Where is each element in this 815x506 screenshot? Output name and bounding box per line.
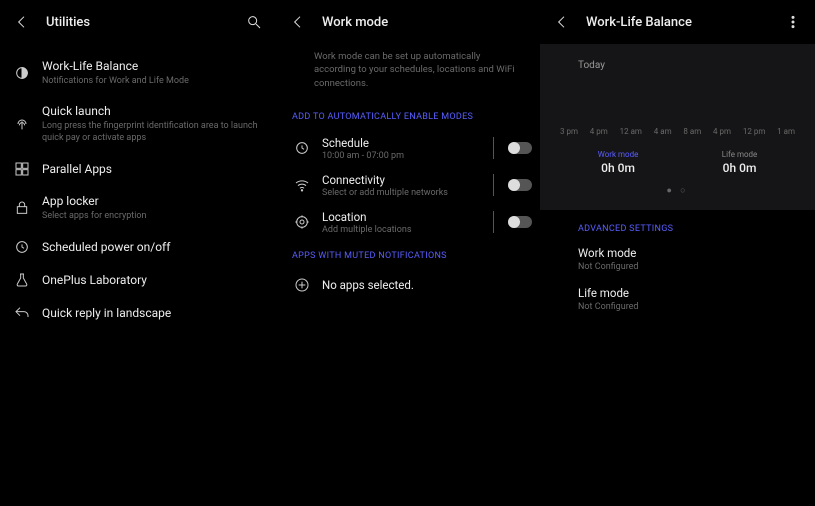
- stat-value: 0h 0m: [598, 161, 639, 175]
- flask-icon: [12, 272, 32, 288]
- location-toggle[interactable]: [508, 216, 532, 228]
- menu-item-sub: Notifications for Work and Life Mode: [42, 76, 264, 88]
- chart-tick: 1 am: [777, 127, 795, 136]
- wlb-header: Work-Life Balance: [540, 0, 815, 44]
- setting-sub: Add multiple locations: [322, 225, 479, 235]
- setting-title: Connectivity: [322, 173, 479, 187]
- back-icon[interactable]: [552, 12, 572, 32]
- usage-chart-card: Today 3 pm 4 pm 12 am 4 am 8 am 4 pm 12 …: [540, 44, 815, 210]
- work-mode-title: Work mode: [322, 15, 388, 30]
- balance-icon: [12, 65, 32, 81]
- parallel-apps-icon: [12, 161, 32, 177]
- reply-icon: [12, 305, 32, 321]
- stat-life-mode: Life mode 0h 0m: [722, 150, 758, 175]
- menu-item-parallel-apps[interactable]: Parallel Apps: [0, 153, 276, 186]
- utilities-panel: Utilities Work-Life Balance Notification…: [0, 0, 276, 506]
- setting-schedule[interactable]: Schedule 10:00 am - 07:00 pm: [276, 130, 540, 167]
- search-icon[interactable]: [244, 12, 264, 32]
- menu-item-quick-reply[interactable]: Quick reply in landscape: [0, 297, 276, 330]
- menu-item-sub: Long press the fingerprint identificatio…: [42, 121, 264, 144]
- utilities-menu: Work-Life Balance Notifications for Work…: [0, 44, 276, 335]
- chart-tick: 3 pm: [560, 127, 578, 136]
- menu-item-title: Quick launch: [42, 103, 264, 120]
- setting-location[interactable]: Location Add multiple locations: [276, 204, 540, 241]
- wlb-title: Work-Life Balance: [586, 15, 692, 30]
- setting-title: Schedule: [322, 136, 479, 150]
- section-muted-apps: APPS WITH MUTED NOTIFICATIONS: [276, 241, 540, 269]
- advanced-settings-label: ADVANCED SETTINGS: [578, 224, 777, 234]
- chart-tick: 4 pm: [713, 127, 731, 136]
- wifi-icon: [292, 177, 312, 193]
- stat-work-mode: Work mode 0h 0m: [598, 150, 639, 175]
- plus-circle-icon: [292, 277, 312, 293]
- back-icon[interactable]: [12, 12, 32, 32]
- work-mode-header: Work mode: [276, 0, 540, 44]
- clock-icon: [292, 140, 312, 156]
- chart-title: Today: [578, 60, 777, 71]
- menu-item-app-locker[interactable]: App locker Select apps for encryption: [0, 185, 276, 230]
- menu-item-sub: Select apps for encryption: [42, 211, 264, 223]
- utilities-header: Utilities: [0, 0, 276, 44]
- page-indicator[interactable]: ● ○: [556, 185, 799, 196]
- divider: [493, 137, 494, 159]
- adv-sub: Not Configured: [578, 262, 777, 272]
- clock-icon: [12, 239, 32, 255]
- divider: [493, 174, 494, 196]
- stat-label: Work mode: [598, 150, 639, 159]
- menu-item-title: OnePlus Laboratory: [42, 272, 264, 289]
- no-apps-text: No apps selected.: [322, 278, 414, 292]
- lock-icon: [12, 200, 32, 216]
- work-mode-description: Work mode can be set up automatically ac…: [276, 44, 540, 102]
- chart-tick: 4 pm: [590, 127, 608, 136]
- menu-item-title: App locker: [42, 193, 264, 210]
- adv-item-life-mode[interactable]: Life mode Not Configured: [578, 286, 777, 312]
- setting-sub: 10:00 am - 07:00 pm: [322, 151, 479, 161]
- location-icon: [292, 214, 312, 230]
- chart-x-axis: 3 pm 4 pm 12 am 4 am 8 am 4 pm 12 pm 1 a…: [560, 127, 795, 136]
- advanced-settings-section: ADVANCED SETTINGS Work mode Not Configur…: [540, 210, 815, 340]
- more-icon[interactable]: [783, 12, 803, 32]
- menu-item-oneplus-lab[interactable]: OnePlus Laboratory: [0, 264, 276, 297]
- setting-title: Location: [322, 210, 479, 224]
- chart-area: [560, 81, 795, 121]
- adv-title: Life mode: [578, 286, 777, 300]
- setting-connectivity[interactable]: Connectivity Select or add multiple netw…: [276, 167, 540, 204]
- work-life-balance-panel: Work-Life Balance Today 3 pm 4 pm 12 am …: [540, 0, 815, 506]
- adv-sub: Not Configured: [578, 302, 777, 312]
- divider: [493, 211, 494, 233]
- menu-item-title: Scheduled power on/off: [42, 239, 264, 256]
- chart-tick: 8 am: [683, 127, 701, 136]
- chart-tick: 12 am: [620, 127, 642, 136]
- back-icon[interactable]: [288, 12, 308, 32]
- section-auto-enable: ADD TO AUTOMATICALLY ENABLE MODES: [276, 102, 540, 130]
- work-mode-panel: Work mode Work mode can be set up automa…: [276, 0, 540, 506]
- menu-item-title: Work-Life Balance: [42, 58, 264, 75]
- chart-tick: 12 pm: [743, 127, 765, 136]
- menu-item-title: Parallel Apps: [42, 161, 264, 178]
- setting-sub: Select or add multiple networks: [322, 188, 479, 198]
- schedule-toggle[interactable]: [508, 142, 532, 154]
- menu-item-quick-launch[interactable]: Quick launch Long press the fingerprint …: [0, 95, 276, 152]
- fingerprint-icon: [12, 116, 32, 132]
- menu-item-title: Quick reply in landscape: [42, 305, 264, 322]
- chart-tick: 4 am: [654, 127, 672, 136]
- chart-stats: Work mode 0h 0m Life mode 0h 0m: [556, 146, 799, 175]
- adv-item-work-mode[interactable]: Work mode Not Configured: [578, 246, 777, 272]
- connectivity-toggle[interactable]: [508, 179, 532, 191]
- adv-title: Work mode: [578, 246, 777, 260]
- menu-item-work-life-balance[interactable]: Work-Life Balance Notifications for Work…: [0, 50, 276, 95]
- utilities-title: Utilities: [46, 15, 90, 30]
- add-apps-row[interactable]: No apps selected.: [276, 269, 540, 301]
- stat-value: 0h 0m: [722, 161, 758, 175]
- menu-item-scheduled-power[interactable]: Scheduled power on/off: [0, 231, 276, 264]
- stat-label: Life mode: [722, 150, 758, 159]
